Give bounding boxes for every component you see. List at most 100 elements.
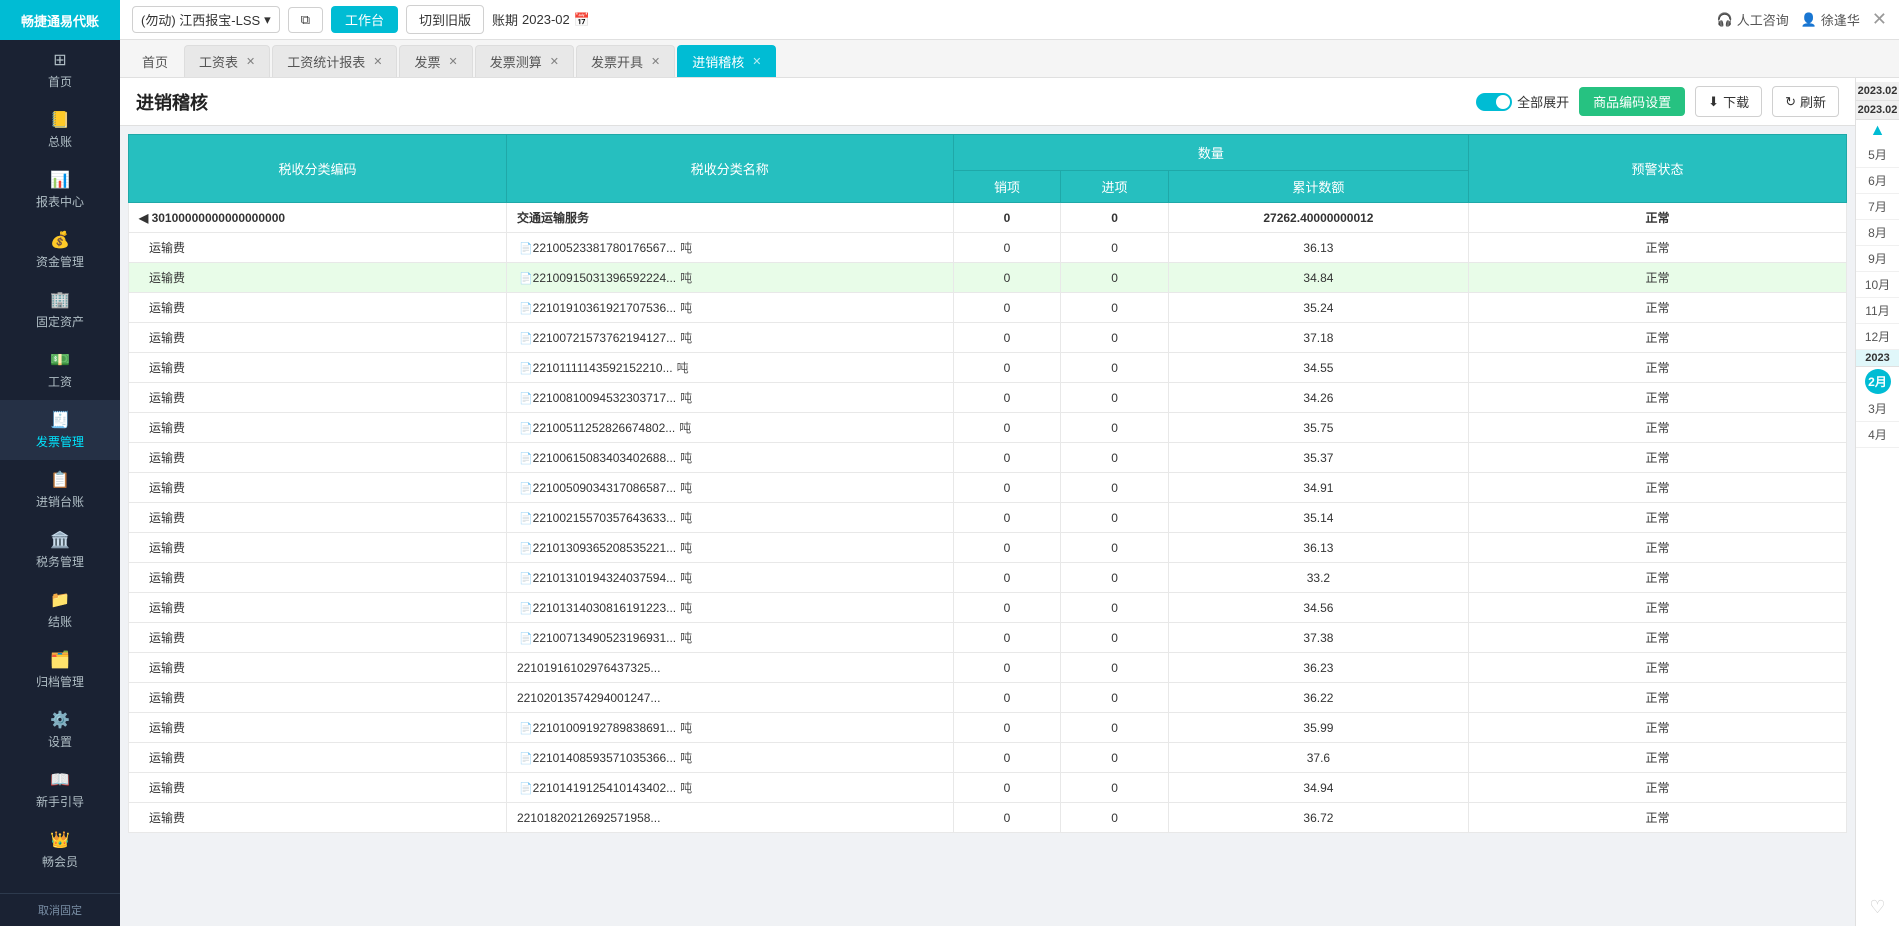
tab-close-invoice-open[interactable]: ✕ [651, 55, 660, 68]
download-button[interactable]: ⬇ 下载 [1695, 86, 1762, 117]
reports-icon: 📊 [50, 170, 70, 190]
tab-salary[interactable]: 工资表 ✕ [184, 45, 270, 77]
calendar-month-12[interactable]: 12月 [1856, 324, 1899, 350]
settings-button[interactable]: 商品编码设置 [1579, 87, 1685, 116]
cell-sales: 0 [953, 533, 1061, 563]
tabbar: 首页 工资表 ✕ 工资统计报表 ✕ 发票 ✕ 发票测算 ✕ 发票开具 ✕ 进销稽… [120, 40, 1899, 78]
header-actions: 全部展开 商品编码设置 ⬇ 下载 ↻ 刷新 [1476, 86, 1839, 117]
cell-cumulative: 36.13 [1168, 233, 1468, 263]
sidebar-item-label: 进销台账 [36, 493, 84, 510]
cell-purchase: 0 [1061, 773, 1169, 803]
table-row: 运输费 📄22101111143592152210...吨 0 0 34.55 … [129, 353, 1847, 383]
table-row: 运输费 📄22101314030816191223...吨 0 0 34.56 … [129, 593, 1847, 623]
calendar-month-10[interactable]: 10月 [1856, 272, 1899, 298]
customer-service[interactable]: 🎧 人工咨询 [1717, 10, 1789, 29]
sidebar-item-tax[interactable]: 🏛️ 税务管理 [0, 520, 120, 580]
tab-invoice[interactable]: 发票 ✕ [399, 45, 472, 77]
sidebar-item-reports[interactable]: 📊 报表中心 [0, 160, 120, 220]
headset-icon: 🎧 [1717, 12, 1733, 28]
col-subheader-cumulative: 累计数额 [1168, 171, 1468, 203]
topbar: (勿动) 江西报宝-LSS ▾ ⧉ 工作台 切到旧版 账期 2023-02 📅 … [120, 0, 1899, 40]
sidebar-item-settle[interactable]: 📁 结账 [0, 580, 120, 640]
sidebar-item-label: 归档管理 [36, 673, 84, 690]
sidebar-item-invoice-mgmt[interactable]: 🧾 发票管理 [0, 400, 120, 460]
cell-sales: 0 [953, 503, 1061, 533]
switch-version-button[interactable]: 切到旧版 [406, 5, 484, 34]
cell-inv-code: 📄22101419125410143402...吨 [506, 773, 953, 803]
tab-close-invoice[interactable]: ✕ [449, 55, 458, 68]
calendar-month-current[interactable]: 2月 [1865, 369, 1891, 394]
calendar-month-9[interactable]: 9月 [1856, 246, 1899, 272]
table-row: 运输费 📄22100523381780176567...吨 0 0 36.13 … [129, 233, 1847, 263]
cell-purchase: 0 [1061, 473, 1169, 503]
refresh-button[interactable]: ↻ 刷新 [1772, 86, 1839, 117]
sidebar-item-label: 首页 [48, 73, 72, 90]
sidebar-item-purchase-sales[interactable]: 📋 进销台账 [0, 460, 120, 520]
company-selector[interactable]: (勿动) 江西报宝-LSS ▾ [132, 6, 280, 33]
cell-purchase: 0 [1061, 533, 1169, 563]
cell-status: 正常 [1469, 233, 1847, 263]
calendar-month-8[interactable]: 8月 [1856, 220, 1899, 246]
sidebar-item-archive[interactable]: 🗂️ 归档管理 [0, 640, 120, 700]
cell-name: 运输费 [129, 563, 507, 593]
calendar-month-7[interactable]: 7月 [1856, 194, 1899, 220]
calendar-icon[interactable]: 📅 [574, 12, 590, 28]
reconcile-table: 税收分类编码 税收分类名称 数量 预警状态 销项 进项 累计数额 ◀ 3 [128, 134, 1847, 833]
calendar-month-5[interactable]: 5月 [1856, 142, 1899, 168]
sidebar-item-guide[interactable]: 📖 新手引导 [0, 760, 120, 820]
cell-purchase: 0 [1061, 593, 1169, 623]
cell-sales: 0 [953, 263, 1061, 293]
cell-inv-code: 📄22101408593571035366...吨 [506, 743, 953, 773]
table-row: 运输费 📄22101408593571035366...吨 0 0 37.6 正… [129, 743, 1847, 773]
copy-button[interactable]: ⧉ [288, 7, 323, 33]
calendar-scroll-up[interactable]: ▲ [1870, 120, 1886, 142]
tab-home[interactable]: 首页 [128, 45, 182, 77]
workbench-button[interactable]: 工作台 [331, 6, 398, 33]
tab-invoice-calc[interactable]: 发票测算 ✕ [475, 45, 574, 77]
tab-close-invoice-calc[interactable]: ✕ [550, 55, 559, 68]
cell-sales: 0 [953, 233, 1061, 263]
favorite-icon[interactable]: ♡ [1869, 897, 1885, 926]
calendar-month-11[interactable]: 11月 [1856, 298, 1899, 324]
cell-cumulative: 34.56 [1168, 593, 1468, 623]
cell-sales: 0 [953, 563, 1061, 593]
tax-icon: 🏛️ [50, 530, 70, 550]
sidebar-item-settings[interactable]: ⚙️ 设置 [0, 700, 120, 760]
tab-reconcile[interactable]: 进销稽核 ✕ [677, 45, 776, 77]
calendar-month-3[interactable]: 3月 [1856, 396, 1899, 422]
toggle-switch[interactable] [1476, 93, 1512, 111]
calendar-month-6[interactable]: 6月 [1856, 168, 1899, 194]
sidebar-item-ledger[interactable]: 📒 总账 [0, 100, 120, 160]
calendar-month-4[interactable]: 4月 [1856, 422, 1899, 448]
sidebar-item-member[interactable]: 👑 畅会员 [0, 820, 120, 880]
tab-invoice-open[interactable]: 发票开具 ✕ [576, 45, 675, 77]
cell-purchase: 0 [1061, 203, 1169, 233]
tab-close-salary-stats[interactable]: ✕ [373, 55, 382, 68]
right-sidebar-calendar: 2023.02 2023.02 ▲ 5月 6月 7月 8月 9月 10月 11月… [1855, 78, 1899, 926]
sidebar-item-home[interactable]: ⊞ 首页 [0, 40, 120, 100]
cell-status: 正常 [1469, 323, 1847, 353]
cell-purchase: 0 [1061, 413, 1169, 443]
table-row: 运输费 22101820212692571958... 0 0 36.72 正常 [129, 803, 1847, 833]
cell-purchase: 0 [1061, 503, 1169, 533]
table-row: 运输费 📄22101419125410143402...吨 0 0 34.94 … [129, 773, 1847, 803]
cell-cumulative: 36.72 [1168, 803, 1468, 833]
cell-cumulative: 37.38 [1168, 623, 1468, 653]
unpin-button[interactable]: 取消固定 [0, 893, 120, 926]
tab-close-salary[interactable]: ✕ [246, 55, 255, 68]
table-row: 运输费 📄22101009192789838691...吨 0 0 35.99 … [129, 713, 1847, 743]
user-profile[interactable]: 👤 徐逢华 [1801, 10, 1860, 29]
cell-status: 正常 [1469, 383, 1847, 413]
tab-salary-stats[interactable]: 工资统计报表 ✕ [272, 45, 397, 77]
tab-close-reconcile[interactable]: ✕ [752, 55, 761, 68]
page-main: 进销稽核 全部展开 商品编码设置 ⬇ 下载 ↻ 刷新 [120, 78, 1855, 926]
sidebar-item-assets[interactable]: 🏢 固定资产 [0, 280, 120, 340]
expand-toggle[interactable]: 全部展开 [1476, 92, 1569, 111]
assets-icon: 🏢 [50, 290, 70, 310]
sidebar-item-funds[interactable]: 💰 资金管理 [0, 220, 120, 280]
cell-name: 运输费 [129, 683, 507, 713]
sidebar-item-label: 税务管理 [36, 553, 84, 570]
sidebar-item-salary[interactable]: 💵 工资 [0, 340, 120, 400]
cell-cumulative: 37.6 [1168, 743, 1468, 773]
close-button[interactable]: ✕ [1872, 9, 1887, 30]
